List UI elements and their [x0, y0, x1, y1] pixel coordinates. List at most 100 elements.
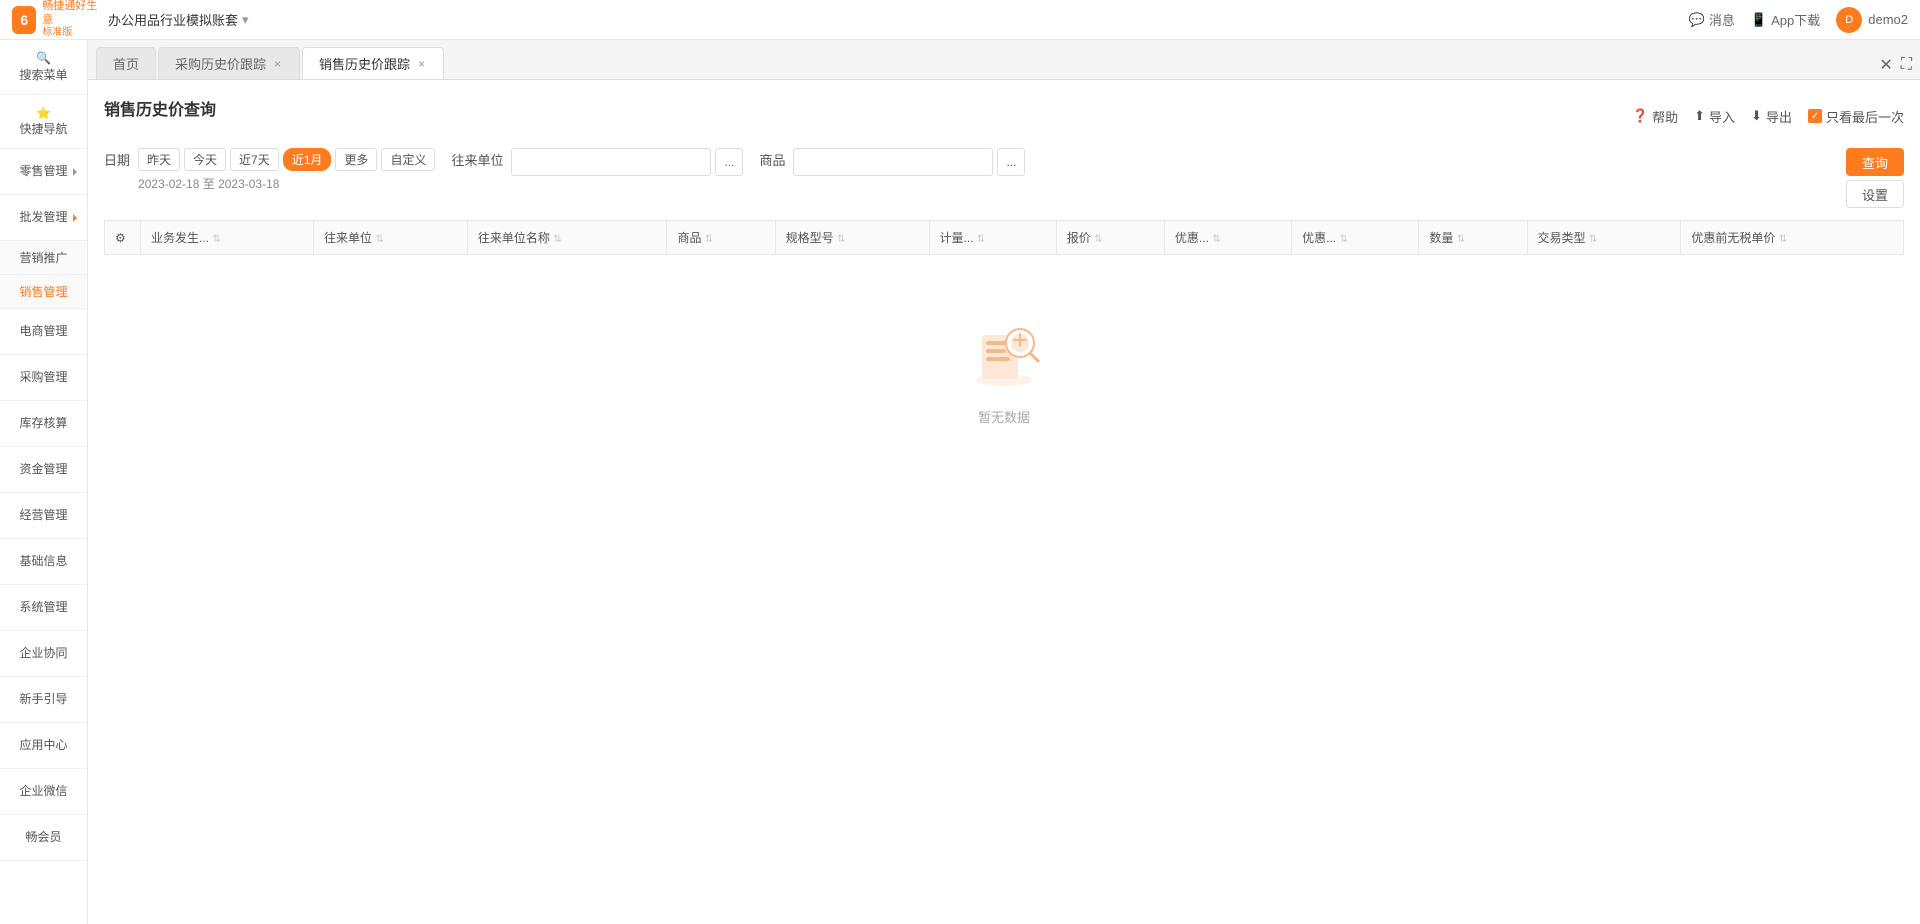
sort-icon: ⇅: [1779, 234, 1787, 245]
table-header: ⚙ 业务发生... ⇅ 往来单位 ⇅ 往来单位名称 ⇅: [105, 221, 1904, 255]
date-btn-7days[interactable]: 近7天: [230, 148, 279, 171]
tab-sales-history[interactable]: 销售历史价跟踪 ×: [302, 47, 444, 79]
filter-dates: 昨天 今天 近7天 近1月 更多 自定义 2023-02-18 至 2023-0…: [138, 148, 435, 192]
tab-purchase-history[interactable]: 采购历史价跟踪 ×: [158, 47, 300, 79]
close-window-icon[interactable]: ✕: [1879, 55, 1892, 75]
sidebar-item-label: 搜索菜单: [19, 67, 67, 84]
th-gear[interactable]: ⚙: [105, 221, 141, 255]
table-header-row: ⚙ 业务发生... ⇅ 往来单位 ⇅ 往来单位名称 ⇅: [105, 221, 1904, 255]
tab-close-purchase[interactable]: ×: [272, 57, 283, 71]
top-bar-right: 💬 消息 📱 App下载 D demo2: [1689, 7, 1908, 33]
tab-close-sales[interactable]: ×: [416, 57, 427, 71]
user-info[interactable]: D demo2: [1836, 7, 1908, 33]
page-title: 销售历史价查询: [104, 96, 216, 120]
th-spec[interactable]: 规格型号 ⇅: [775, 221, 929, 255]
th-discount1[interactable]: 优惠... ⇅: [1164, 221, 1291, 255]
date-buttons: 昨天 今天 近7天 近1月 更多 自定义: [138, 148, 435, 171]
sidebar-item-label: 库存核算: [19, 415, 67, 432]
date-btn-today[interactable]: 今天: [184, 148, 226, 171]
query-button[interactable]: 查询: [1846, 148, 1904, 176]
date-filter-group: 日期 昨天 今天 近7天 近1月 更多 自定义 2023-02-18 至 202…: [104, 148, 435, 192]
tab-label: 首页: [113, 54, 139, 73]
message-icon: 💬: [1689, 12, 1705, 28]
sidebar-item-system-mgmt[interactable]: 系统管理: [0, 585, 87, 631]
date-btn-custom[interactable]: 自定义: [381, 148, 435, 171]
only-last-checkbox[interactable]: ✓ 只看最后一次: [1808, 107, 1904, 126]
sidebar-item-finance[interactable]: 资金管理: [0, 447, 87, 493]
sidebar-item-newbie[interactable]: 新手引导: [0, 677, 87, 723]
sort-icon: ⇅: [1589, 234, 1597, 245]
partner-filter-group: 往来单位 ...: [451, 148, 743, 176]
date-btn-yesterday[interactable]: 昨天: [138, 148, 180, 171]
export-icon: ⬇: [1751, 108, 1762, 124]
sidebar-item-label: 畅会员: [25, 829, 61, 846]
sort-icon: ⇅: [375, 234, 383, 245]
sidebar-item-label: 零售管理: [19, 163, 67, 180]
empty-text: 暂无数据: [978, 407, 1030, 426]
logo-area: 6 畅捷通好生意 标准版: [12, 0, 100, 38]
sidebar-item-label: 采购管理: [19, 369, 67, 386]
sidebar-item-search-menu[interactable]: 🔍 搜索菜单: [0, 40, 87, 95]
table-body: 暂无数据: [105, 255, 1904, 487]
th-trade-type[interactable]: 交易类型 ⇅: [1527, 221, 1681, 255]
export-btn[interactable]: ⬇ 导出: [1751, 107, 1792, 126]
date-btn-more[interactable]: 更多: [335, 148, 377, 171]
sort-icon: ⇅: [553, 234, 561, 245]
message-btn[interactable]: 💬 消息: [1689, 10, 1735, 29]
data-table: ⚙ 业务发生... ⇅ 往来单位 ⇅ 往来单位名称 ⇅: [104, 220, 1904, 486]
sidebar-item-app-center[interactable]: 应用中心: [0, 723, 87, 769]
partner-ellipsis-btn[interactable]: ...: [715, 148, 743, 176]
import-label: 导入: [1709, 107, 1735, 126]
nav-icon: ⭐: [36, 105, 51, 122]
product-filter-group: 商品 ...: [759, 148, 1025, 176]
sidebar-item-member[interactable]: 畅会员: [0, 815, 87, 861]
app-download-label: App下载: [1771, 10, 1820, 29]
sidebar: 🔍 搜索菜单 ⭐ 快捷导航 零售管理 批发管理 营销推广 销售管理 电商管理 采…: [0, 40, 88, 924]
main-layout: 🔍 搜索菜单 ⭐ 快捷导航 零售管理 批发管理 营销推广 销售管理 电商管理 采…: [0, 40, 1920, 924]
th-unit[interactable]: 计量... ⇅: [929, 221, 1056, 255]
sidebar-item-sales-mgmt[interactable]: 销售管理: [0, 275, 87, 309]
th-quoted-price[interactable]: 报价 ⇅: [1056, 221, 1164, 255]
sidebar-item-label: 资金管理: [19, 461, 67, 478]
app-download-btn[interactable]: 📱 App下载: [1751, 10, 1820, 29]
th-pre-discount-price[interactable]: 优惠前无税单价 ⇅: [1681, 221, 1904, 255]
th-discount2[interactable]: 优惠... ⇅: [1292, 221, 1419, 255]
dropdown-icon[interactable]: ▾: [242, 12, 249, 28]
help-label: 帮助: [1652, 107, 1678, 126]
filter-bar: 日期 昨天 今天 近7天 近1月 更多 自定义 2023-02-18 至 202…: [104, 148, 1904, 208]
date-btn-1month[interactable]: 近1月: [283, 148, 332, 171]
th-biz-date[interactable]: 业务发生... ⇅: [141, 221, 314, 255]
logo-icon: 6: [12, 6, 36, 34]
sidebar-item-basic-info[interactable]: 基础信息: [0, 539, 87, 585]
sidebar-item-wholesale-mgmt[interactable]: 批发管理: [0, 195, 87, 241]
sidebar-item-purchase-mgmt[interactable]: 采购管理: [0, 355, 87, 401]
sidebar-item-ecommerce[interactable]: 电商管理: [0, 309, 87, 355]
maximize-icon[interactable]: ⛶: [1901, 56, 1912, 74]
settings-button[interactable]: 设置: [1846, 180, 1904, 208]
app-title[interactable]: 办公用品行业模拟账套 ▾: [108, 10, 1681, 29]
sidebar-item-retail-mgmt[interactable]: 零售管理: [0, 149, 87, 195]
th-partner-code[interactable]: 往来单位 ⇅: [313, 221, 467, 255]
page-content: 销售历史价查询 ❓ 帮助 ⬆ 导入 ⬇ 导出: [88, 80, 1920, 924]
th-partner-name[interactable]: 往来单位名称 ⇅: [467, 221, 667, 255]
tab-home[interactable]: 首页: [96, 47, 156, 79]
th-product[interactable]: 商品 ⇅: [667, 221, 775, 255]
sidebar-item-quick-nav[interactable]: ⭐ 快捷导航: [0, 95, 87, 150]
search-icon: 🔍: [36, 50, 51, 67]
only-last-label: 只看最后一次: [1826, 107, 1904, 126]
product-ellipsis-btn[interactable]: ...: [997, 148, 1025, 176]
import-btn[interactable]: ⬆ 导入: [1694, 107, 1735, 126]
help-btn[interactable]: ❓ 帮助: [1632, 107, 1678, 126]
sidebar-item-corp-wechat[interactable]: 企业微信: [0, 769, 87, 815]
partner-input[interactable]: [511, 148, 711, 176]
import-icon: ⬆: [1694, 108, 1705, 124]
sidebar-item-operations[interactable]: 经营管理: [0, 493, 87, 539]
sidebar-item-enterprise[interactable]: 企业协同: [0, 631, 87, 677]
sidebar-item-inventory[interactable]: 库存核算: [0, 401, 87, 447]
th-qty[interactable]: 数量 ⇅: [1419, 221, 1527, 255]
product-filter-label: 商品: [759, 148, 785, 169]
sidebar-item-label: 企业微信: [19, 783, 67, 800]
sort-icon: ⇅: [212, 234, 220, 245]
product-input[interactable]: [793, 148, 993, 176]
sidebar-item-marketing[interactable]: 营销推广: [0, 241, 87, 275]
